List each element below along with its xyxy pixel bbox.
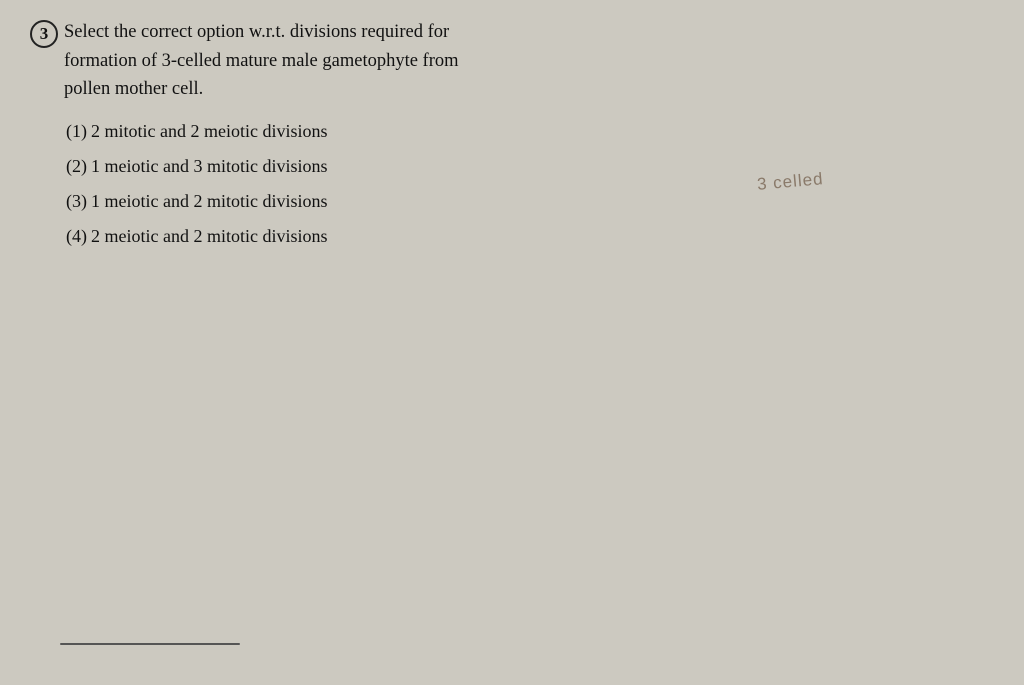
option-3: (3) 1 meiotic and 2 mitotic divisions bbox=[66, 188, 994, 215]
question-text: Select the correct option w.r.t. divisio… bbox=[64, 18, 459, 104]
option-4-text: 2 meiotic and 2 mitotic divisions bbox=[91, 223, 327, 250]
option-2-text: 1 meiotic and 3 mitotic divisions bbox=[91, 153, 327, 180]
question-number: 3 bbox=[30, 20, 58, 48]
options-list: (1) 2 mitotic and 2 meiotic divisions (2… bbox=[66, 118, 994, 250]
option-3-number: (3) bbox=[66, 188, 87, 215]
question-header: 3 Select the correct option w.r.t. divis… bbox=[30, 18, 994, 104]
option-3-text: 1 meiotic and 2 mitotic divisions bbox=[91, 188, 327, 215]
option-1-text: 2 mitotic and 2 meiotic divisions bbox=[91, 118, 327, 145]
option-4-number: (4) bbox=[66, 223, 87, 250]
option-4: (4) 2 meiotic and 2 mitotic divisions bbox=[66, 223, 994, 250]
option-2-number: (2) bbox=[66, 153, 87, 180]
option-1-number: (1) bbox=[66, 118, 87, 145]
option-1: (1) 2 mitotic and 2 meiotic divisions bbox=[66, 118, 994, 145]
question-block: 3 Select the correct option w.r.t. divis… bbox=[30, 18, 994, 250]
page-container: 3 Select the correct option w.r.t. divis… bbox=[0, 0, 1024, 685]
option-2: (2) 1 meiotic and 3 mitotic divisions bbox=[66, 153, 994, 180]
bottom-line bbox=[60, 643, 240, 645]
